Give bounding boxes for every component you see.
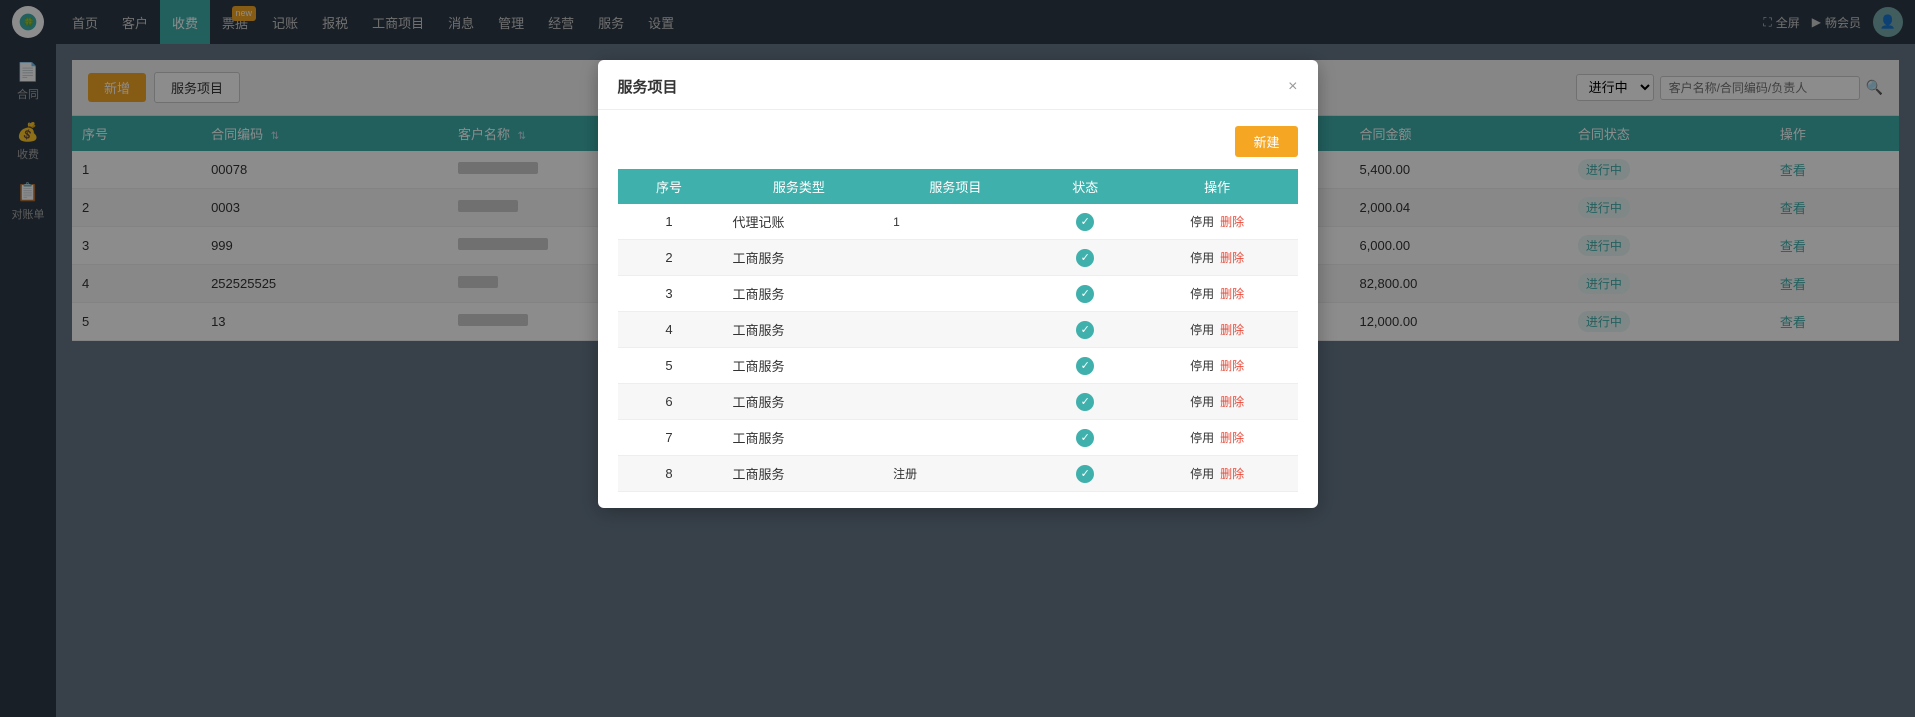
modal-cell-action: 停用 删除 bbox=[1137, 348, 1298, 384]
status-check-icon: ✓ bbox=[1076, 321, 1094, 339]
action-group: 停用 删除 bbox=[1149, 249, 1286, 266]
modal-cell-action: 停用 删除 bbox=[1137, 204, 1298, 240]
delete-button[interactable]: 删除 bbox=[1220, 249, 1244, 266]
modal-cell-item bbox=[877, 348, 1034, 384]
modal-cell-seq: 6 bbox=[618, 384, 721, 420]
new-service-button[interactable]: 新建 bbox=[1235, 126, 1297, 157]
modal-cell-type: 工商服务 bbox=[721, 384, 878, 420]
action-group: 停用 删除 bbox=[1149, 465, 1286, 482]
service-items-table: 序号 服务类型 服务项目 状态 操作 1 代理记账 1 ✓ 停用 bbox=[618, 169, 1298, 492]
modal-table-row: 8 工商服务 注册 ✓ 停用 删除 bbox=[618, 456, 1298, 492]
status-check-icon: ✓ bbox=[1076, 213, 1094, 231]
modal-cell-status: ✓ bbox=[1034, 240, 1137, 276]
modal-cell-status: ✓ bbox=[1034, 312, 1137, 348]
modal-col-status: 状态 bbox=[1034, 169, 1137, 204]
modal-cell-type: 代理记账 bbox=[721, 204, 878, 240]
modal-cell-seq: 2 bbox=[618, 240, 721, 276]
modal-header: 服务项目 × bbox=[598, 60, 1318, 110]
modal-cell-item bbox=[877, 312, 1034, 348]
status-check-icon: ✓ bbox=[1076, 249, 1094, 267]
modal-cell-item: 1 bbox=[877, 204, 1034, 240]
modal-table-header: 序号 服务类型 服务项目 状态 操作 bbox=[618, 169, 1298, 204]
modal-cell-item: 注册 bbox=[877, 456, 1034, 492]
stop-button[interactable]: 停用 bbox=[1190, 393, 1214, 410]
modal-cell-status: ✓ bbox=[1034, 456, 1137, 492]
modal-overlay: 服务项目 × 新建 序号 服务类型 服务项目 状态 bbox=[56, 44, 1915, 717]
delete-button[interactable]: 删除 bbox=[1220, 213, 1244, 230]
modal-cell-seq: 1 bbox=[618, 204, 721, 240]
modal-cell-status: ✓ bbox=[1034, 420, 1137, 456]
modal-cell-action: 停用 删除 bbox=[1137, 456, 1298, 492]
modal-toolbar: 新建 bbox=[618, 126, 1298, 157]
modal-table-row: 2 工商服务 ✓ 停用 删除 bbox=[618, 240, 1298, 276]
delete-button[interactable]: 删除 bbox=[1220, 465, 1244, 482]
action-group: 停用 删除 bbox=[1149, 285, 1286, 302]
modal-cell-seq: 5 bbox=[618, 348, 721, 384]
modal-table-row: 3 工商服务 ✓ 停用 删除 bbox=[618, 276, 1298, 312]
modal-cell-type: 工商服务 bbox=[721, 420, 878, 456]
service-items-modal: 服务项目 × 新建 序号 服务类型 服务项目 状态 bbox=[598, 60, 1318, 508]
modal-col-type: 服务类型 bbox=[721, 169, 878, 204]
action-group: 停用 删除 bbox=[1149, 393, 1286, 410]
modal-cell-action: 停用 删除 bbox=[1137, 240, 1298, 276]
modal-col-item: 服务项目 bbox=[877, 169, 1034, 204]
stop-button[interactable]: 停用 bbox=[1190, 429, 1214, 446]
main-content: 新增 服务项目 进行中 已完成 已终止 🔍 序号 合同编 bbox=[56, 44, 1915, 717]
delete-button[interactable]: 删除 bbox=[1220, 393, 1244, 410]
stop-button[interactable]: 停用 bbox=[1190, 321, 1214, 338]
delete-button[interactable]: 删除 bbox=[1220, 321, 1244, 338]
status-check-icon: ✓ bbox=[1076, 393, 1094, 411]
modal-close-button[interactable]: × bbox=[1288, 78, 1297, 96]
modal-cell-seq: 3 bbox=[618, 276, 721, 312]
modal-cell-item bbox=[877, 384, 1034, 420]
modal-cell-seq: 8 bbox=[618, 456, 721, 492]
stop-button[interactable]: 停用 bbox=[1190, 357, 1214, 374]
modal-col-seq: 序号 bbox=[618, 169, 721, 204]
modal-table-row: 7 工商服务 ✓ 停用 删除 bbox=[618, 420, 1298, 456]
modal-table-row: 4 工商服务 ✓ 停用 删除 bbox=[618, 312, 1298, 348]
modal-cell-type: 工商服务 bbox=[721, 240, 878, 276]
modal-cell-status: ✓ bbox=[1034, 348, 1137, 384]
modal-table-row: 1 代理记账 1 ✓ 停用 删除 bbox=[618, 204, 1298, 240]
action-group: 停用 删除 bbox=[1149, 321, 1286, 338]
main-layout: 📄 合同 💰 收费 📋 对账单 新增 服务项目 进行中 已完成 已终止 bbox=[0, 44, 1915, 717]
action-group: 停用 删除 bbox=[1149, 429, 1286, 446]
action-group: 停用 删除 bbox=[1149, 357, 1286, 374]
modal-cell-action: 停用 删除 bbox=[1137, 276, 1298, 312]
modal-cell-action: 停用 删除 bbox=[1137, 420, 1298, 456]
modal-cell-type: 工商服务 bbox=[721, 312, 878, 348]
modal-col-action: 操作 bbox=[1137, 169, 1298, 204]
status-check-icon: ✓ bbox=[1076, 465, 1094, 483]
modal-cell-seq: 4 bbox=[618, 312, 721, 348]
modal-cell-type: 工商服务 bbox=[721, 456, 878, 492]
modal-table-row: 5 工商服务 ✓ 停用 删除 bbox=[618, 348, 1298, 384]
action-group: 停用 删除 bbox=[1149, 213, 1286, 230]
delete-button[interactable]: 删除 bbox=[1220, 285, 1244, 302]
modal-cell-seq: 7 bbox=[618, 420, 721, 456]
delete-button[interactable]: 删除 bbox=[1220, 357, 1244, 374]
modal-table-row: 6 工商服务 ✓ 停用 删除 bbox=[618, 384, 1298, 420]
modal-cell-type: 工商服务 bbox=[721, 348, 878, 384]
modal-cell-item bbox=[877, 240, 1034, 276]
modal-cell-type: 工商服务 bbox=[721, 276, 878, 312]
stop-button[interactable]: 停用 bbox=[1190, 249, 1214, 266]
modal-cell-action: 停用 删除 bbox=[1137, 384, 1298, 420]
stop-button[interactable]: 停用 bbox=[1190, 213, 1214, 230]
modal-cell-status: ✓ bbox=[1034, 276, 1137, 312]
modal-cell-status: ✓ bbox=[1034, 204, 1137, 240]
modal-cell-item bbox=[877, 420, 1034, 456]
modal-cell-action: 停用 删除 bbox=[1137, 312, 1298, 348]
modal-title: 服务项目 bbox=[618, 76, 678, 97]
status-check-icon: ✓ bbox=[1076, 429, 1094, 447]
modal-cell-item bbox=[877, 276, 1034, 312]
stop-button[interactable]: 停用 bbox=[1190, 285, 1214, 302]
stop-button[interactable]: 停用 bbox=[1190, 465, 1214, 482]
status-check-icon: ✓ bbox=[1076, 357, 1094, 375]
status-check-icon: ✓ bbox=[1076, 285, 1094, 303]
modal-body: 新建 序号 服务类型 服务项目 状态 操作 bbox=[598, 110, 1318, 508]
modal-cell-status: ✓ bbox=[1034, 384, 1137, 420]
delete-button[interactable]: 删除 bbox=[1220, 429, 1244, 446]
